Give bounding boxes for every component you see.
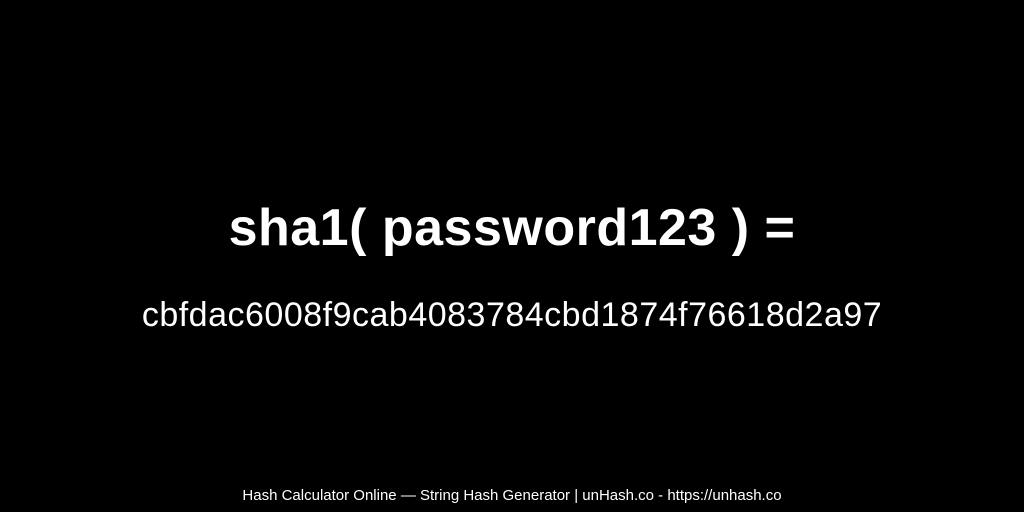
hash-expression-heading: sha1( password123 ) =	[229, 198, 796, 258]
hash-result-value: cbfdac6008f9cab4083784cbd1874f76618d2a97	[142, 296, 882, 335]
footer-attribution: Hash Calculator Online — String Hash Gen…	[0, 487, 1024, 504]
main-content: sha1( password123 ) = cbfdac6008f9cab408…	[142, 20, 882, 512]
